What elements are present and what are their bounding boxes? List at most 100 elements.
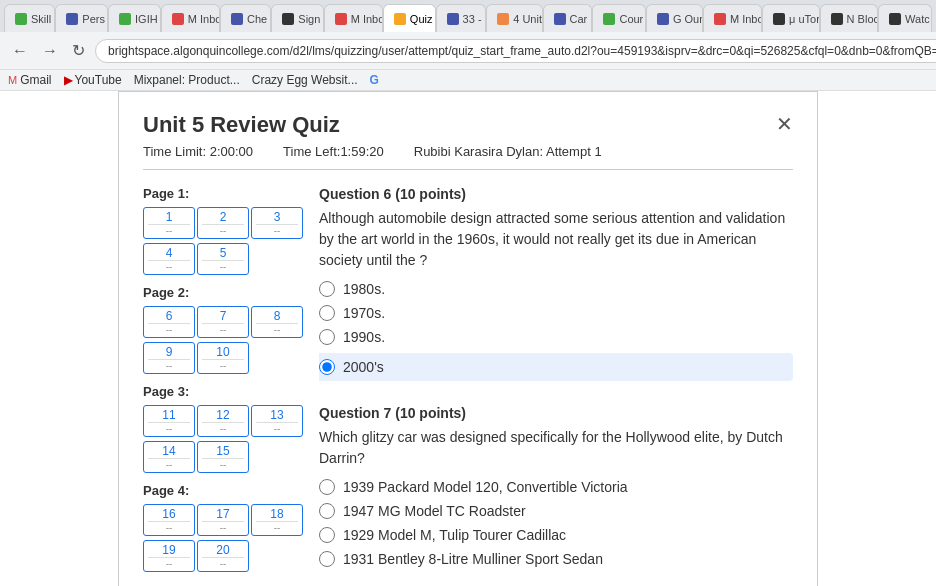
nav-q3[interactable]: 3 -- [251,207,303,239]
modal-header: Unit 5 Review Quiz ✕ [143,112,793,138]
tab-label-inbox3: M Inbo [730,13,762,25]
q7-option-2[interactable]: 1947 MG Model TC Roadster [319,503,793,519]
q6-radio-2[interactable] [319,305,335,321]
quiz-modal: Unit 5 Review Quiz ✕ Time Limit: 2:00:00… [118,91,818,586]
nav-q9[interactable]: 9 -- [143,342,195,374]
bookmark-label-gmail: Gmail [20,73,51,87]
nav-q5[interactable]: 5 -- [197,243,249,275]
q17-score: -- [202,521,244,533]
page-4-grid-2: 19 -- 20 -- [143,540,303,572]
tab-label-33: 33 - [463,13,482,25]
q6-radio-4[interactable] [319,359,335,375]
q13-score: -- [256,422,298,434]
nav-q2[interactable]: 2 -- [197,207,249,239]
bookmark-mixpanel[interactable]: Mixpanel: Product... [134,73,240,87]
nav-q13[interactable]: 13 -- [251,405,303,437]
q7-label-4: 1931 Bentley 8-Litre Mulliner Sport Seda… [343,551,603,567]
q7-option-4[interactable]: 1931 Bentley 8-Litre Mulliner Sport Seda… [319,551,793,567]
q7-radio-3[interactable] [319,527,335,543]
q7-option-3[interactable]: 1929 Model M, Tulip Tourer Cadillac [319,527,793,543]
q7-radio-1[interactable] [319,479,335,495]
tab-car[interactable]: Car ✕ [543,4,593,32]
tab-bloc[interactable]: N Bloc ✕ [820,4,878,32]
nav-q16[interactable]: 16 -- [143,504,195,536]
q1-score: -- [148,224,190,236]
question-6-block: Question 6 (10 points) Although automobi… [319,186,793,381]
nav-q20[interactable]: 20 -- [197,540,249,572]
q6-option-4[interactable]: 2000's [319,353,793,381]
q18-score: -- [256,521,298,533]
nav-q6[interactable]: 6 -- [143,306,195,338]
close-button[interactable]: ✕ [776,112,793,136]
page-2-grid-2: 9 -- 10 -- [143,342,303,374]
tab-igih[interactable]: IGIH ✕ [108,4,161,32]
nav-q10[interactable]: 10 -- [197,342,249,374]
google-icon: G [370,73,379,87]
bookmark-youtube[interactable]: ▶ YouTube [64,73,122,87]
q5-score: -- [202,260,244,272]
time-left: Time Left:1:59:20 [283,144,384,159]
page-1-grid: 1 -- 2 -- 3 -- [143,207,303,239]
tab-utor[interactable]: μ uTor ✕ [762,4,820,32]
nav-q8[interactable]: 8 -- [251,306,303,338]
time-limit: Time Limit: 2:00:00 [143,144,253,159]
q6-label-4: 2000's [343,359,384,375]
q6-radio-1[interactable] [319,281,335,297]
nav-q1[interactable]: 1 -- [143,207,195,239]
tab-33[interactable]: 33 - ✕ [436,4,487,32]
nav-q11[interactable]: 11 -- [143,405,195,437]
reload-button[interactable]: ↻ [68,39,89,62]
nav-q14[interactable]: 14 -- [143,441,195,473]
q6-radio-3[interactable] [319,329,335,345]
q14-score: -- [148,458,190,470]
tab-cour[interactable]: Cour ✕ [592,4,645,32]
page-3-label: Page 3: [143,384,303,399]
q6-option-2[interactable]: 1970s. [319,305,793,321]
address-input[interactable]: brightspace.algonquincollege.com/d2l/lms… [95,39,936,63]
tab-chec[interactable]: Che ✕ [220,4,271,32]
bookmark-google[interactable]: G [370,73,379,87]
forward-button[interactable]: → [38,40,62,62]
bookmark-gmail[interactable]: M Gmail [8,73,52,87]
q7-option-1[interactable]: 1939 Packard Model 120, Convertible Vict… [319,479,793,495]
q6-option-3[interactable]: 1990s. [319,329,793,345]
nav-q7[interactable]: 7 -- [197,306,249,338]
tab-inbox2[interactable]: M Inbo ✕ [324,4,383,32]
tab-label-pers: Pers [82,13,105,25]
tab-quiz[interactable]: Quiz ✕ [383,4,436,32]
nav-q15[interactable]: 15 -- [197,441,249,473]
q7-radio-4[interactable] [319,551,335,567]
tab-our[interactable]: G Our ✕ [646,4,703,32]
tab-unit[interactable]: 4 Unit ✕ [486,4,542,32]
tab-label-skills: Skill [31,13,51,25]
tab-inbox3[interactable]: M Inbo ✕ [703,4,762,32]
q7-score: -- [202,323,244,335]
q10-num: 10 [202,345,244,359]
quiz-layout: Page 1: 1 -- 2 -- 3 -- 4 -- [143,186,793,586]
back-button[interactable]: ← [8,40,32,62]
nav-q19[interactable]: 19 -- [143,540,195,572]
question-7-text: Which glitzy car was designed specifical… [319,427,793,469]
tab-label-utor: μ uTor [789,13,820,25]
q2-num: 2 [202,210,244,224]
nav-q12[interactable]: 12 -- [197,405,249,437]
bookmark-crazy[interactable]: Crazy Egg Websit... [252,73,358,87]
tab-watc[interactable]: Watc ✕ [878,4,932,32]
tab-favicon-sign [282,13,294,25]
q7-radio-2[interactable] [319,503,335,519]
tab-label-inbox1: M Inbo [188,13,220,25]
nav-q17[interactable]: 17 -- [197,504,249,536]
q12-score: -- [202,422,244,434]
address-bar: ← → ↻ brightspace.algonquincollege.com/d… [0,32,936,70]
q6-option-1[interactable]: 1980s. [319,281,793,297]
nav-q18[interactable]: 18 -- [251,504,303,536]
nav-q4[interactable]: 4 -- [143,243,195,275]
tab-sign[interactable]: Sign ✕ [271,4,323,32]
q6-label-2: 1970s. [343,305,385,321]
q11-score: -- [148,422,190,434]
tab-pers[interactable]: Pers ✕ [55,4,108,32]
tab-inbox1[interactable]: M Inbo ✕ [161,4,220,32]
tab-favicon-watc [889,13,901,25]
q7-num: 7 [202,309,244,323]
tab-skills[interactable]: Skill ✕ [4,4,55,32]
